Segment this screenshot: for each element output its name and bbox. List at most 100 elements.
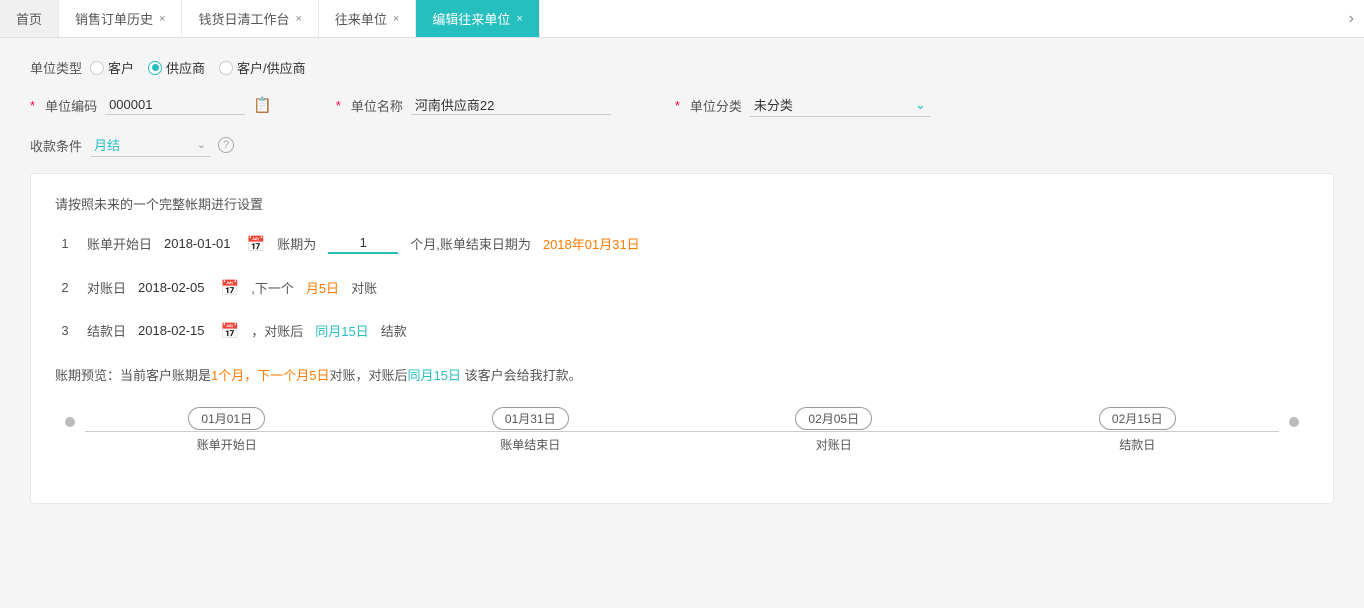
unit-name-field: * 单位名称	[336, 95, 611, 115]
setting-row-3: 3 结款日 2018-02-15 📅 ，对账后 同月15日 结款	[55, 321, 1309, 340]
unit-name-input[interactable]	[411, 95, 611, 115]
row-1-date: 2018-01-01	[164, 236, 231, 251]
row-2-label: 对账日	[87, 278, 126, 297]
timeline-point-3: 02月05日 对账日	[795, 407, 872, 453]
row-3-label: 结款日	[87, 321, 126, 340]
timeline-badge-1: 01月01日	[188, 407, 265, 430]
radio-group: 客户 供应商 客户/供应商	[90, 58, 306, 77]
preview-end: 该客户会给我打款。	[465, 368, 582, 383]
timeline-point-1: 01月01日 账单开始日	[188, 407, 265, 453]
unit-category-label: 单位分类	[690, 96, 742, 115]
row-1-label: 账单开始日	[87, 234, 152, 253]
tab-partner[interactable]: 往来单位 ×	[319, 0, 416, 37]
row-1-num: 1	[55, 236, 75, 251]
unit-type-field: 单位类型 客户 供应商 客户/供应商	[30, 58, 306, 77]
right-dot-circle	[1289, 417, 1299, 427]
timeline-right-dot	[1289, 417, 1299, 427]
preview-part3: 同月15日	[408, 368, 461, 383]
timeline-items: 01月01日 账单开始日 01月31日 账单结束日 02月05日 对账日	[65, 407, 1299, 453]
row-3-highlight: 同月15日	[315, 321, 368, 340]
period-input[interactable]	[328, 233, 398, 254]
preview-mid: 对账，对账后	[329, 368, 407, 383]
unit-category-required: *	[675, 98, 680, 113]
tab-sales-history-label: 销售订单历史	[75, 9, 153, 28]
tab-sales-history-close[interactable]: ×	[159, 13, 165, 25]
row-2-calendar-icon[interactable]: 📅	[221, 279, 240, 297]
timeline-left-dot	[65, 417, 75, 427]
tab-cash-work-close[interactable]: ×	[295, 13, 301, 25]
setting-row-2: 2 对账日 2018-02-05 📅 ,下一个 月5日 对账	[55, 278, 1309, 297]
unit-code-copy-icon[interactable]: 📋	[253, 96, 272, 114]
preview-label: 账期预览：当前客户账期是	[55, 368, 211, 383]
tab-more-arrow[interactable]: ›	[1339, 0, 1364, 37]
radio-supplier-label: 供应商	[166, 58, 205, 77]
row-1-period-after: 个月,账单结束日期为	[410, 234, 531, 253]
row-3-desc-after: 结款	[381, 321, 407, 340]
row-2-highlight: 月5日	[306, 278, 339, 297]
tab-partner-close[interactable]: ×	[393, 13, 399, 25]
timeline-point-2: 01月31日 账单结束日	[492, 407, 569, 453]
tab-cash-work-label: 钱货日清工作台	[198, 9, 289, 28]
radio-supplier-circle	[148, 61, 162, 75]
timeline-badge-2: 01月31日	[492, 407, 569, 430]
row-1-period-before: 账期为	[277, 234, 316, 253]
tab-cash-work[interactable]: 钱货日清工作台 ×	[182, 0, 318, 37]
radio-both[interactable]: 客户/供应商	[219, 58, 306, 77]
radio-both-label: 客户/供应商	[237, 58, 306, 77]
help-icon[interactable]: ?	[218, 137, 234, 153]
radio-supplier[interactable]: 供应商	[148, 58, 205, 77]
radio-customer-circle	[90, 61, 104, 75]
unit-name-label: 单位名称	[351, 96, 403, 115]
payment-dropdown-arrow-icon: ⌄	[197, 138, 206, 151]
tab-edit-partner[interactable]: 编辑往来单位 ×	[416, 0, 539, 37]
radio-both-circle	[219, 61, 233, 75]
radio-customer-label: 客户	[108, 58, 134, 77]
unit-category-value: 未分类	[754, 95, 911, 114]
timeline-wrapper: 01月01日 账单开始日 01月31日 账单结束日 02月05日 对账日	[55, 407, 1309, 483]
row-1-end-date: 2018年01月31日	[543, 234, 640, 253]
settings-card: 请按照未来的一个完整帐期进行设置 1 账单开始日 2018-01-01 📅 账期…	[30, 173, 1334, 504]
card-instruction: 请按照未来的一个完整帐期进行设置	[55, 194, 1309, 213]
tab-sales-history[interactable]: 销售订单历史 ×	[59, 0, 182, 37]
timeline-label-2: 账单结束日	[500, 436, 560, 453]
tab-home[interactable]: 首页	[0, 0, 59, 37]
radio-customer[interactable]: 客户	[90, 58, 134, 77]
unit-name-required: *	[336, 98, 341, 113]
tab-bar: 首页 销售订单历史 × 钱货日清工作台 × 往来单位 × 编辑往来单位 × ›	[0, 0, 1364, 38]
unit-code-label: 单位编码	[45, 96, 97, 115]
unit-code-required: *	[30, 98, 35, 113]
unit-code-input[interactable]	[105, 95, 245, 115]
payment-row: 收款条件 月结 ⌄ ?	[30, 133, 1334, 157]
unit-type-label: 单位类型	[30, 58, 82, 77]
setting-row-1: 1 账单开始日 2018-01-01 📅 账期为 个月,账单结束日期为 2018…	[55, 233, 1309, 254]
tab-home-label: 首页	[16, 9, 42, 28]
row-2-num: 2	[55, 280, 75, 295]
unit-type-row: 单位类型 客户 供应商 客户/供应商	[30, 58, 1334, 77]
tab-partner-label: 往来单位	[335, 9, 387, 28]
row-2-date: 2018-02-05	[138, 280, 205, 295]
row-3-desc-before: ，对账后	[251, 321, 303, 340]
payment-field: 收款条件 月结 ⌄ ?	[30, 133, 234, 157]
unit-category-field: * 单位分类 未分类 ⌄	[675, 93, 930, 117]
tab-edit-partner-close[interactable]: ×	[516, 13, 522, 25]
row-2-desc-before: ,下一个	[251, 278, 294, 297]
main-content: 单位类型 客户 供应商 客户/供应商	[0, 38, 1364, 608]
row-2-desc-after: 对账	[351, 278, 377, 297]
code-name-row: * 单位编码 📋 * 单位名称 * 单位分类 未分类 ⌄	[30, 93, 1334, 117]
unit-code-field: * 单位编码 📋	[30, 95, 272, 115]
timeline-point-4: 02月15日 结款日	[1099, 407, 1176, 453]
row-3-num: 3	[55, 323, 75, 338]
row-3-calendar-icon[interactable]: 📅	[221, 322, 240, 340]
timeline-label-3: 对账日	[816, 436, 852, 453]
timeline-label-1: 账单开始日	[197, 436, 257, 453]
tab-edit-partner-label: 编辑往来单位	[432, 9, 510, 28]
payment-dropdown[interactable]: 月结 ⌄	[90, 133, 210, 157]
row-3-date: 2018-02-15	[138, 323, 205, 338]
payment-value: 月结	[94, 135, 193, 154]
row-1-calendar-icon[interactable]: 📅	[247, 235, 266, 253]
preview-part1: 1个月，	[211, 368, 257, 383]
payment-label: 收款条件	[30, 136, 82, 155]
unit-category-dropdown[interactable]: 未分类 ⌄	[750, 93, 930, 117]
left-dot-circle	[65, 417, 75, 427]
timeline-badge-3: 02月05日	[795, 407, 872, 430]
